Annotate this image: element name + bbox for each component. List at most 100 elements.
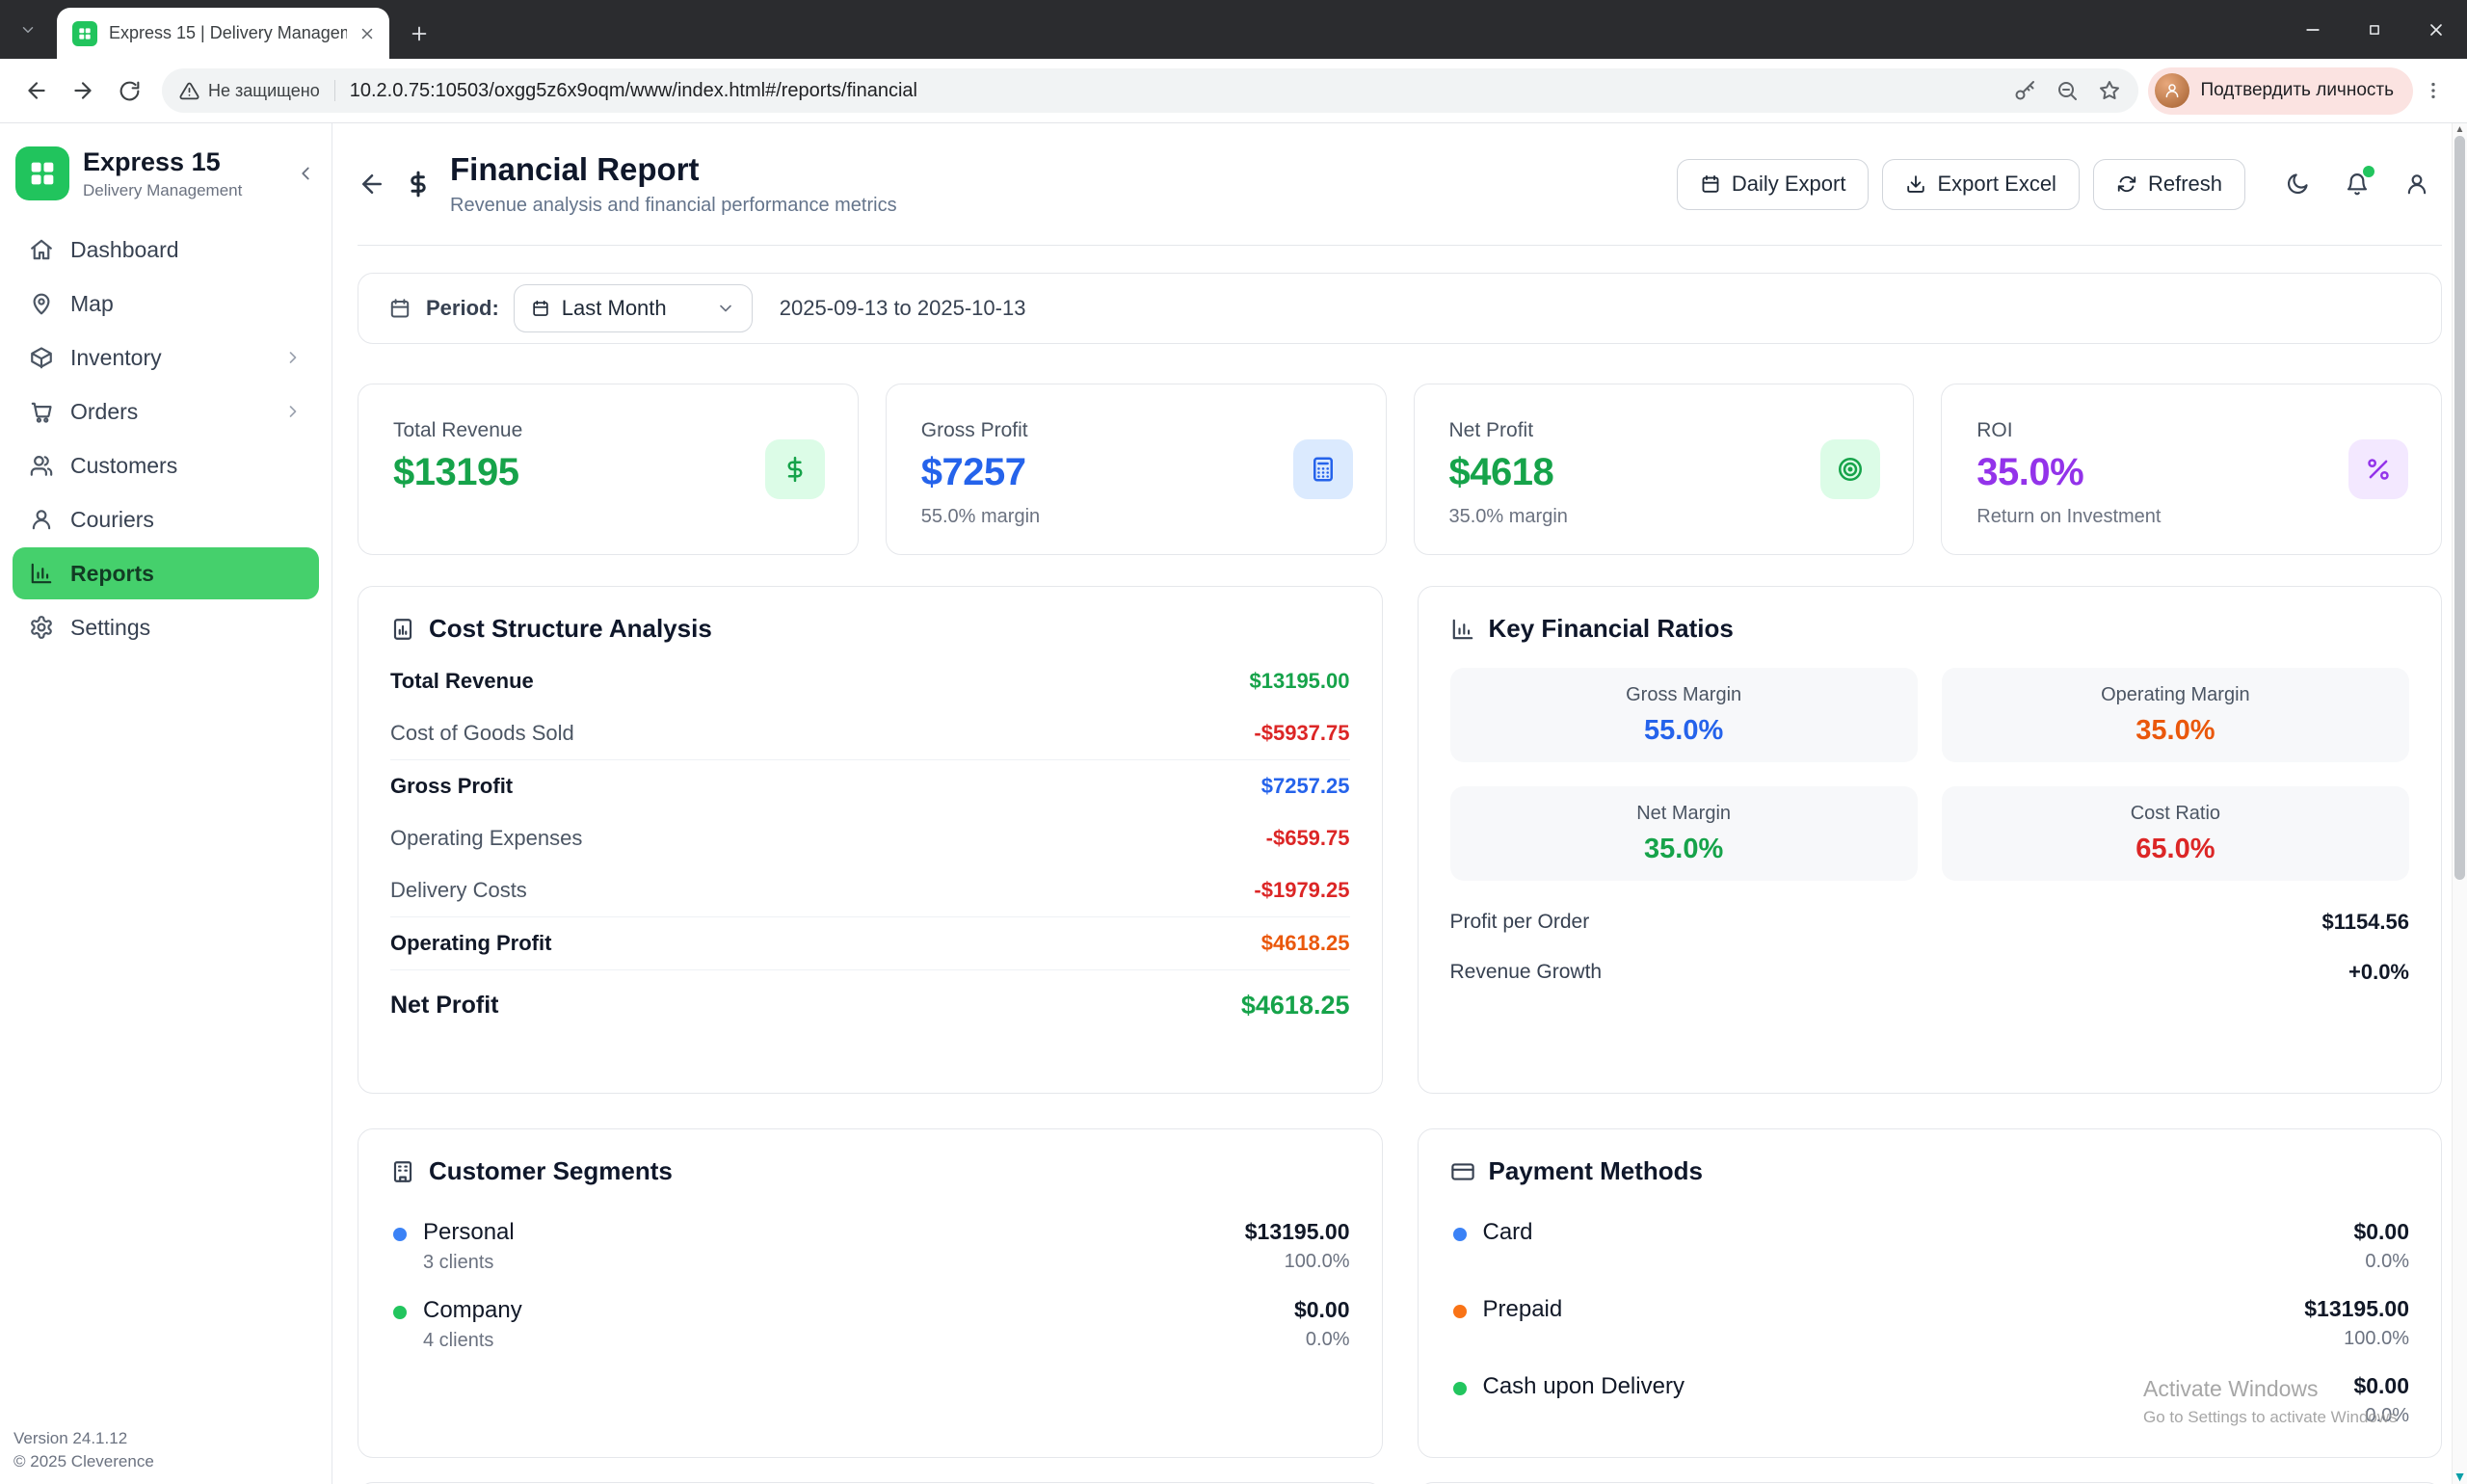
metric-card-roi: ROI 35.0% Return on Investment	[1941, 384, 2442, 555]
cost-row: Delivery Costs -$1979.25	[390, 864, 1350, 917]
sidebar-item-label: Reports	[70, 560, 154, 586]
refresh-button[interactable]: Refresh	[2092, 158, 2245, 210]
ratio-cell: Cost Ratio 65.0%	[1941, 786, 2409, 881]
refresh-label: Refresh	[2147, 172, 2222, 196]
metric-card-net-profit: Net Profit $4618 35.0% margin	[1413, 384, 1915, 555]
cost-row: Total Revenue $13195.00	[390, 669, 1350, 693]
payment-dot	[1452, 1305, 1467, 1318]
ratio-cell: Gross Margin 55.0%	[1449, 668, 1918, 762]
courier-user-icon	[29, 507, 54, 532]
sidebar-item-couriers[interactable]: Couriers	[13, 493, 319, 545]
window-minimize-button[interactable]	[2282, 0, 2344, 59]
cost-structure-title: Cost Structure Analysis	[429, 614, 712, 643]
address-bar[interactable]: Не защищено 10.2.0.75:10503/oxgg5z6x9oqm…	[162, 68, 2139, 113]
sidebar-item-label: Couriers	[70, 506, 154, 532]
key-ratios-card: Key Financial Ratios Gross Margin 55.0% O…	[1417, 586, 2442, 1094]
ratio-cell: Operating Margin 35.0%	[1941, 668, 2409, 762]
metric-label: Net Profit	[1448, 419, 1534, 441]
sidebar-item-label: Orders	[70, 398, 139, 424]
period-date-range: 2025-09-13 to 2025-10-13	[779, 296, 1026, 320]
sidebar-item-label: Settings	[70, 614, 151, 640]
sidebar-item-inventory[interactable]: Inventory	[13, 331, 319, 384]
export-excel-button[interactable]: Export Excel	[1882, 158, 2080, 210]
scrollbar-thumb[interactable]	[2454, 136, 2465, 880]
sidebar-item-dashboard[interactable]: Dashboard	[13, 224, 319, 276]
page-scrollbar[interactable]: ▲ ▼	[2452, 123, 2467, 1484]
browser-forward-button[interactable]	[60, 67, 106, 114]
browser-back-button[interactable]	[13, 67, 60, 114]
metric-label: Gross Profit	[920, 419, 1028, 441]
bookmark-star-icon[interactable]	[2098, 79, 2121, 102]
ratio-cell: Net Margin 35.0%	[1449, 786, 1918, 881]
sidebar-item-settings[interactable]: Settings	[13, 601, 319, 653]
payment-methods-card: Payment Methods Card $0.00 0.0% Prepaid	[1417, 1128, 2442, 1458]
scrollbar-up-arrow[interactable]: ▲	[2453, 124, 2467, 135]
metric-subtext: 35.0% margin	[1448, 506, 1568, 527]
cost-row-net-profit: Net Profit $4618.25	[390, 991, 1350, 1020]
dark-mode-toggle[interactable]	[2272, 159, 2322, 209]
target-icon	[1820, 439, 1881, 499]
period-select[interactable]: Last Month	[513, 284, 753, 332]
payment-dot	[1452, 1228, 1467, 1241]
daily-export-button[interactable]: Daily Export	[1676, 158, 1870, 210]
map-pin-icon	[29, 291, 54, 316]
scrollbar-down-arrow[interactable]: ▼	[2453, 1469, 2467, 1484]
sidebar-item-map[interactable]: Map	[13, 278, 319, 330]
metric-value: 35.0%	[1976, 451, 2084, 493]
metric-label: ROI	[1976, 419, 2013, 441]
tab-search-chevron-icon[interactable]	[19, 21, 37, 39]
sidebar: Express 15 Delivery Management Dashboard…	[0, 123, 332, 1484]
users-icon	[29, 453, 54, 478]
dollar-sign-icon	[764, 439, 825, 499]
tab-title: Express 15 | Delivery Managem	[109, 23, 347, 42]
export-excel-label: Export Excel	[1937, 172, 2056, 196]
sidebar-item-customers[interactable]: Customers	[13, 439, 319, 491]
sidebar-item-reports[interactable]: Reports	[13, 547, 319, 599]
customer-segments-card: Customer Segments Personal 3 clients $13…	[358, 1128, 1383, 1458]
browser-toolbar: Не защищено 10.2.0.75:10503/oxgg5z6x9oqm…	[0, 59, 2467, 123]
password-key-icon[interactable]	[2013, 79, 2036, 102]
calendar-icon	[531, 299, 550, 318]
verify-identity-label: Подтвердить личность	[2200, 80, 2394, 100]
url-text[interactable]: 10.2.0.75:10503/oxgg5z6x9oqm/www/index.h…	[350, 80, 2003, 102]
payment-dot	[1452, 1382, 1467, 1395]
cost-row: Operating Profit $4618.25	[390, 917, 1350, 970]
cost-row: Operating Expenses -$659.75	[390, 826, 1350, 850]
home-icon	[29, 237, 54, 262]
new-tab-button[interactable]	[409, 23, 430, 44]
browser-menu-icon[interactable]	[2413, 67, 2454, 114]
tab-close-icon[interactable]	[358, 25, 376, 42]
period-selected-option: Last Month	[561, 296, 667, 320]
calculator-icon	[1292, 439, 1353, 499]
payment-row: Prepaid $13195.00 100.0%	[1450, 1285, 2409, 1362]
metric-label: Total Revenue	[393, 419, 523, 441]
page-back-button[interactable]	[358, 170, 386, 199]
browser-tab-strip: Express 15 | Delivery Managem	[0, 0, 2467, 59]
chevron-right-icon	[283, 348, 303, 367]
revenue-growth-row: Revenue Growth +0.0%	[1449, 960, 2410, 984]
shopping-cart-icon	[29, 399, 54, 424]
security-chip[interactable]: Не защищено	[179, 81, 334, 101]
app-subtitle: Delivery Management	[83, 180, 243, 199]
bar-chart-icon	[1450, 617, 1475, 642]
dollar-sign-icon	[404, 170, 433, 199]
window-maximize-button[interactable]	[2344, 0, 2405, 59]
sidebar-nav: Dashboard Map Inventory Orders Customers	[0, 200, 332, 653]
notifications-button[interactable]	[2332, 159, 2382, 209]
user-profile-button[interactable]	[2392, 159, 2442, 209]
browser-reload-button[interactable]	[106, 67, 152, 114]
verify-identity-button[interactable]: Подтвердить личность	[2148, 66, 2413, 115]
metric-card-gross-profit: Gross Profit $7257 55.0% margin	[885, 384, 1387, 555]
window-close-button[interactable]	[2405, 0, 2467, 59]
sidebar-collapse-button[interactable]	[295, 163, 316, 184]
metric-value: $13195	[393, 451, 519, 493]
segment-dot	[393, 1228, 407, 1241]
document-chart-icon	[390, 617, 415, 642]
sidebar-item-orders[interactable]: Orders	[13, 385, 319, 437]
metric-subtext: Return on Investment	[1976, 506, 2162, 527]
zoom-icon[interactable]	[2056, 79, 2079, 102]
window-controls	[2282, 0, 2467, 59]
period-bar: Period: Last Month 2025-09-13 to 2025-10…	[358, 273, 2442, 344]
download-icon	[1905, 173, 1926, 195]
browser-tab[interactable]: Express 15 | Delivery Managem	[57, 8, 389, 59]
